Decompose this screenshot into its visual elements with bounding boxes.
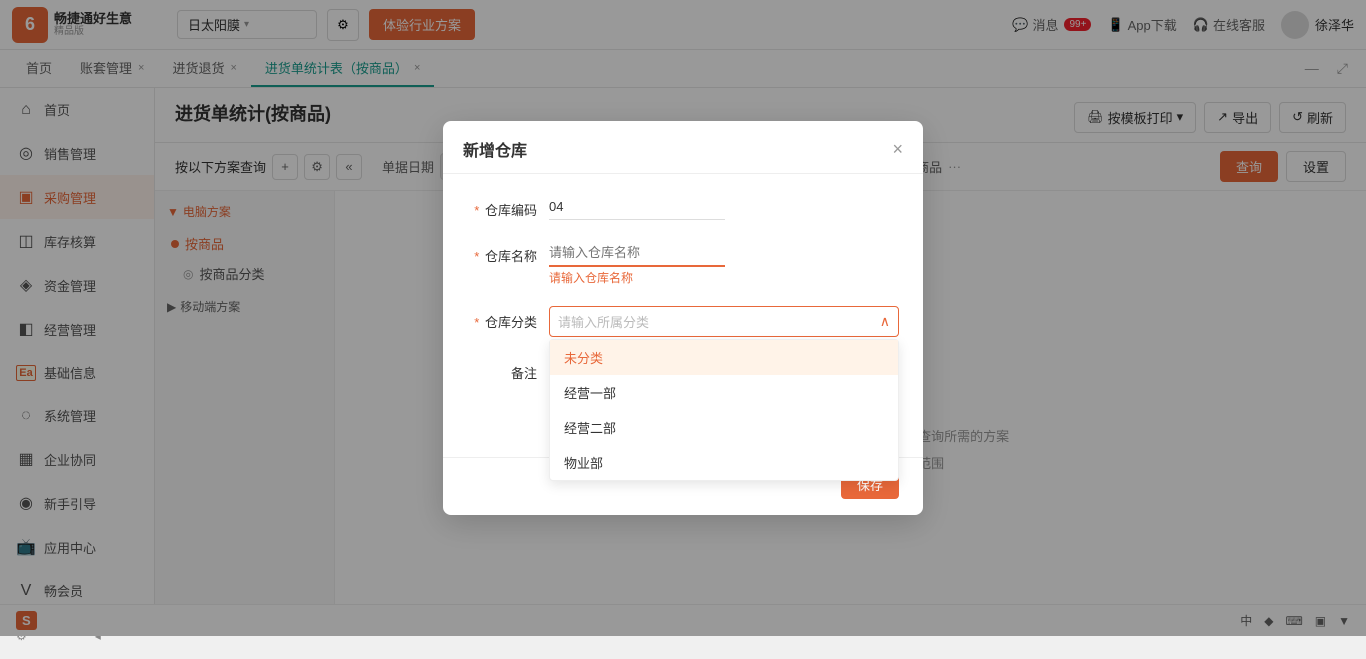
name-label: * 仓库名称 (467, 240, 537, 265)
new-warehouse-modal: 新增仓库 × * 仓库编码 * 仓库名称 (443, 121, 923, 515)
warehouse-code-input[interactable] (549, 194, 725, 220)
category-arrow-icon: ∧ (880, 313, 890, 330)
modal-close-button[interactable]: × (892, 139, 903, 160)
dropdown-item-dept3[interactable]: 物业部 (550, 445, 898, 480)
category-label: * 仓库分类 (467, 306, 537, 331)
required-star-name: * (474, 249, 479, 264)
category-dropdown: 未分类 经营一部 经营二部 物业部 (549, 339, 899, 481)
form-row-category: * 仓库分类 请输入所属分类 ∧ 未分类 经营一部 (467, 306, 899, 337)
warehouse-name-input[interactable] (549, 240, 725, 267)
dropdown-item-uncategorized[interactable]: 未分类 (550, 340, 898, 375)
category-select[interactable]: 请输入所属分类 ∧ (549, 306, 899, 337)
modal-header: 新增仓库 × (443, 121, 923, 174)
code-label: * 仓库编码 (467, 194, 537, 219)
form-row-name: * 仓库名称 请输入仓库名称 (467, 240, 899, 286)
category-field-wrap: 请输入所属分类 ∧ 未分类 经营一部 经营二部 (549, 306, 899, 337)
modal-title: 新增仓库 (463, 137, 527, 161)
dropdown-item-dept2[interactable]: 经营二部 (550, 410, 898, 445)
notes-label: 备注 (467, 357, 537, 382)
name-error-msg: 请输入仓库名称 (549, 269, 899, 286)
category-placeholder: 请输入所属分类 (558, 312, 649, 331)
dropdown-item-dept1[interactable]: 经营一部 (550, 375, 898, 410)
code-field-wrap (549, 194, 899, 220)
name-field-wrap: 请输入仓库名称 (549, 240, 899, 286)
required-star-code: * (474, 203, 479, 218)
required-star-category: * (474, 315, 479, 330)
modal-overlay: 新增仓库 × * 仓库编码 * 仓库名称 (0, 0, 1366, 636)
form-row-code: * 仓库编码 (467, 194, 899, 220)
modal-body: * 仓库编码 * 仓库名称 请输入仓库名称 (443, 174, 923, 457)
